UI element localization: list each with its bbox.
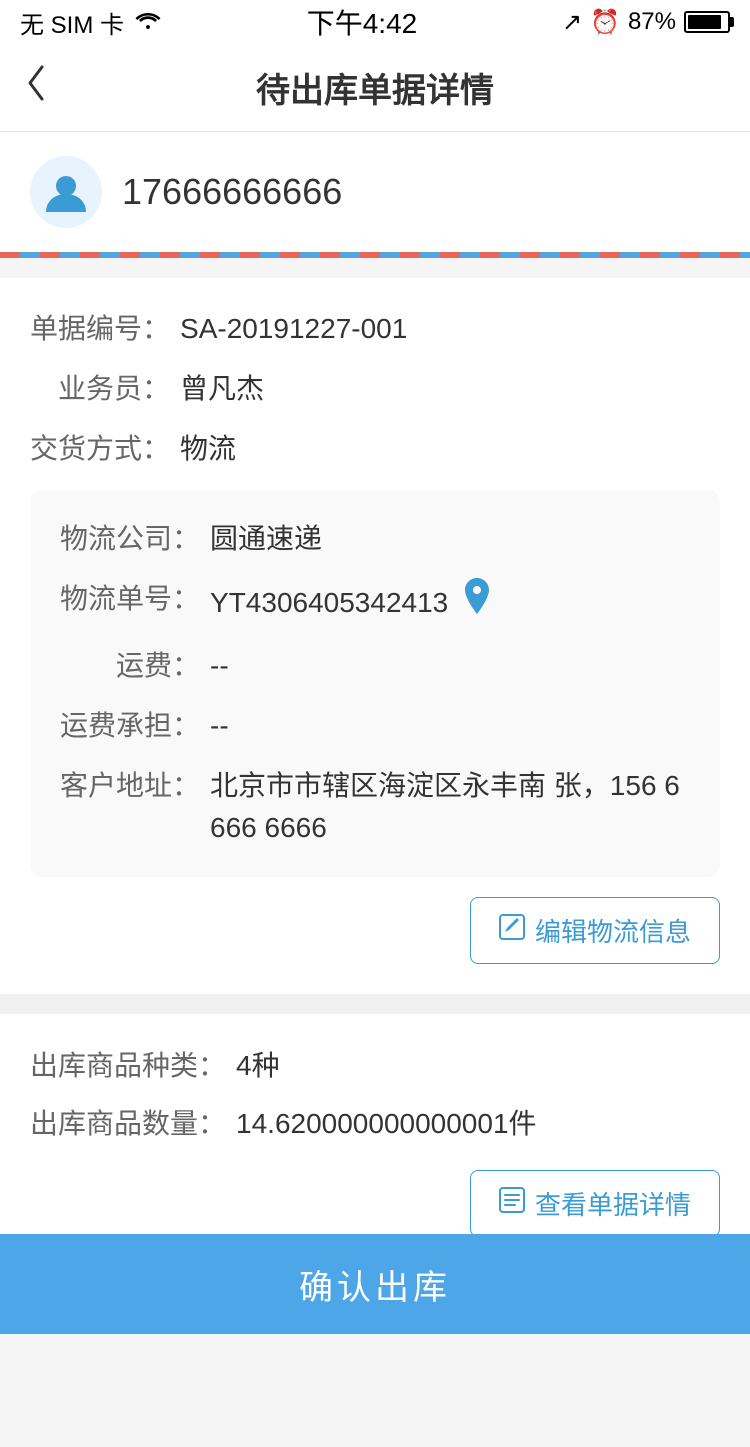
section-divider — [0, 994, 750, 1014]
logistics-tracking-value: YT4306405342413 — [210, 578, 690, 627]
nav-bar: 待出库单据详情 — [0, 44, 750, 132]
goods-type-row: 出库商品种类： 4种 — [30, 1044, 720, 1084]
edit-icon — [499, 914, 525, 947]
address-value: 北京市市辖区海淀区永丰南 张，156 6666 6666 — [210, 765, 690, 849]
delivery-value: 物流 — [180, 428, 720, 470]
dashed-separator — [0, 252, 750, 258]
freight-bearer-row: 运费承担： -- — [60, 705, 690, 747]
confirm-button-text: 确认出库 — [299, 1260, 451, 1309]
sim-text: 无 SIM 卡 — [20, 5, 124, 40]
battery-icon — [684, 11, 730, 33]
salesman-label: 业务员： — [30, 368, 170, 410]
goods-quantity-row: 出库商品数量： 14.620000000000001件 — [30, 1102, 720, 1142]
freight-bearer-value: -- — [210, 705, 690, 747]
location-status-icon: ↗ — [562, 8, 582, 37]
list-icon — [499, 1187, 525, 1220]
view-detail-label: 查看单据详情 — [535, 1185, 691, 1222]
logistics-tracking-label: 物流单号： — [60, 578, 200, 620]
freight-value: -- — [210, 645, 690, 687]
salesman-row: 业务员： 曾凡杰 — [30, 368, 720, 410]
status-bar: 无 SIM 卡 下午4:42 ↗ ⏰ 87% — [0, 0, 750, 44]
edit-logistics-label: 编辑物流信息 — [535, 912, 691, 949]
back-button[interactable] — [24, 63, 48, 112]
logistics-company-value: 圆通速递 — [210, 518, 690, 560]
delivery-row: 交货方式： 物流 — [30, 428, 720, 470]
order-number-row: 单据编号： SA-20191227-001 — [30, 308, 720, 350]
goods-section: 出库商品种类： 4种 出库商品数量： 14.620000000000001件 查… — [0, 1014, 750, 1267]
tracking-location-icon[interactable] — [462, 578, 492, 627]
address-row: 客户地址： 北京市市辖区海淀区永丰南 张，156 6666 6666 — [60, 765, 690, 849]
status-right: ↗ ⏰ 87% — [562, 8, 730, 37]
alarm-icon: ⏰ — [590, 8, 620, 37]
freight-row: 运费： -- — [60, 645, 690, 687]
delivery-label: 交货方式： — [30, 428, 170, 470]
edit-logistics-button[interactable]: 编辑物流信息 — [470, 897, 720, 964]
order-number-label: 单据编号： — [30, 308, 170, 350]
goods-quantity-label: 出库商品数量： — [30, 1102, 226, 1142]
goods-type-value: 4种 — [236, 1044, 280, 1084]
logistics-tracking-row: 物流单号： YT4306405342413 — [60, 578, 690, 627]
avatar — [30, 156, 102, 228]
view-detail-button-row: 查看单据详情 — [30, 1170, 720, 1237]
freight-label: 运费： — [60, 645, 200, 687]
edit-button-row: 编辑物流信息 — [30, 897, 720, 964]
goods-quantity-value: 14.620000000000001件 — [236, 1102, 537, 1142]
logistics-company-row: 物流公司： 圆通速递 — [60, 518, 690, 560]
battery-percent: 87% — [628, 8, 676, 36]
order-number-value: SA-20191227-001 — [180, 308, 720, 350]
logistics-card: 物流公司： 圆通速递 物流单号： YT4306405342413 运费： -- … — [30, 490, 720, 877]
user-header: 17666666666 — [0, 132, 750, 252]
freight-bearer-label: 运费承担： — [60, 705, 200, 747]
status-time: 下午4:42 — [307, 2, 418, 42]
address-label: 客户地址： — [60, 765, 200, 807]
status-left: 无 SIM 卡 — [20, 5, 162, 40]
goods-type-label: 出库商品种类： — [30, 1044, 226, 1084]
view-detail-button[interactable]: 查看单据详情 — [470, 1170, 720, 1237]
confirm-button-bar[interactable]: 确认出库 — [0, 1234, 750, 1334]
logistics-company-label: 物流公司： — [60, 518, 200, 560]
page-title: 待出库单据详情 — [256, 63, 494, 112]
user-phone: 17666666666 — [122, 171, 342, 213]
wifi-icon — [134, 8, 162, 36]
salesman-value: 曾凡杰 — [180, 368, 720, 410]
order-info-section: 单据编号： SA-20191227-001 业务员： 曾凡杰 交货方式： 物流 … — [0, 278, 750, 994]
